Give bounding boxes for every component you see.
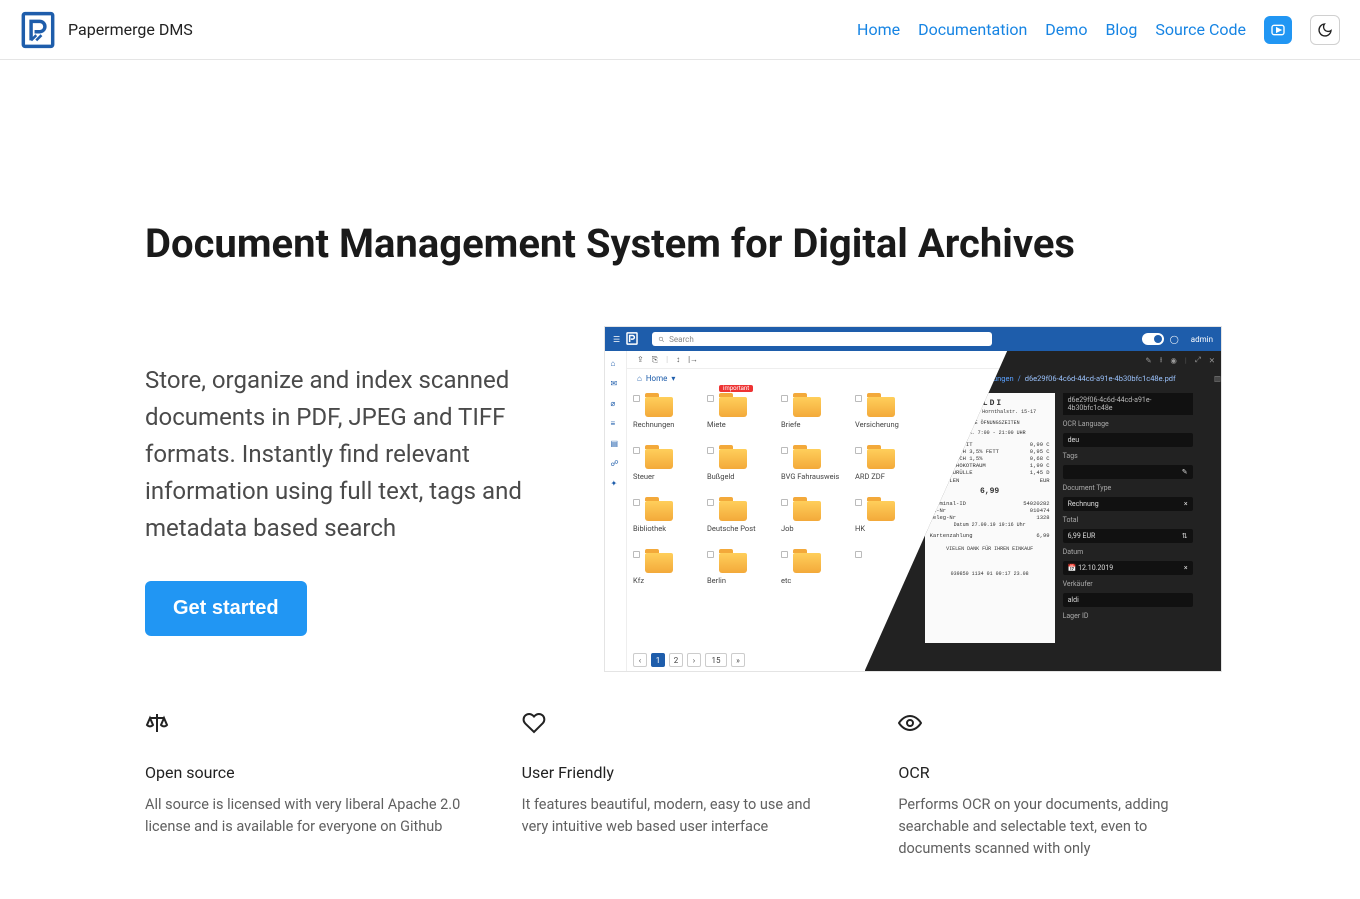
bc-home: Home xyxy=(646,374,668,383)
group-icon: ☍ xyxy=(611,459,621,469)
scale-icon xyxy=(145,711,169,735)
folder-item: Steuer xyxy=(633,449,703,481)
upload-icon: ⇪ xyxy=(637,355,644,364)
feature-title: Open source xyxy=(145,763,462,782)
hamburger-icon: ☰ xyxy=(613,335,620,344)
pager: ‹ 1 2 › 15 » xyxy=(633,653,745,667)
eye-icon: ◉ xyxy=(1170,356,1177,365)
list-icon: ≡ xyxy=(611,419,621,429)
folder-item: Bußgeld xyxy=(707,449,777,481)
app-logo-icon xyxy=(626,332,638,347)
search-input: Search xyxy=(652,332,992,346)
theme-toggle[interactable] xyxy=(1310,15,1340,45)
nav-blog[interactable]: Blog xyxy=(1105,20,1137,39)
folder-item: etc xyxy=(781,553,851,585)
feature-open-source: Open source All source is licensed with … xyxy=(145,711,462,859)
close-icon: ✕ xyxy=(1209,356,1215,365)
brand[interactable]: Papermerge DMS xyxy=(20,11,193,49)
get-started-button[interactable]: Get started xyxy=(145,581,307,636)
bc-home-icon: ⌂ xyxy=(637,374,642,383)
new-folder-icon: ⎘ xyxy=(652,355,658,365)
nav-home[interactable]: Home xyxy=(857,20,900,39)
user-icon: ◯ xyxy=(1170,335,1179,344)
edit-icon: ✎ xyxy=(1145,356,1151,365)
metadata-panel: d6e29f06-4c6d-44cd-a91e-4b30bfc1c48e OCR… xyxy=(1063,393,1193,643)
edit-icon: ✎ xyxy=(1182,468,1188,476)
feature-body: Performs OCR on your documents, adding s… xyxy=(898,794,1215,859)
home-icon: ⌂ xyxy=(611,359,621,369)
eye-icon xyxy=(898,711,922,735)
nav-source-code[interactable]: Source Code xyxy=(1155,20,1246,39)
folder-item: Job xyxy=(781,501,851,533)
folder-item: Deutsche Post xyxy=(707,501,777,533)
feature-title: OCR xyxy=(898,763,1215,782)
app-sidebar: ⌂ ✉ ⌀ ≡ ▤ ☍ ✦ xyxy=(605,351,627,671)
theme-switch xyxy=(1142,333,1164,345)
folder-item: Rechnungen xyxy=(633,397,703,429)
folder-item: Kfz xyxy=(633,553,703,585)
nav-demo[interactable]: Demo xyxy=(1045,20,1087,39)
filter-icon: |→ xyxy=(688,355,698,364)
folder-item: Bibliothek xyxy=(633,501,703,533)
folder-tag-important: important xyxy=(719,385,753,392)
feature-body: It features beautiful, modern, easy to u… xyxy=(522,794,839,838)
nav-documentation[interactable]: Documentation xyxy=(918,20,1027,39)
hero-title: Document Management System for Digital A… xyxy=(145,220,1215,267)
hero-lead: Store, organize and index scanned docume… xyxy=(145,362,565,548)
folder-item: Versicherung xyxy=(855,397,925,429)
folder-item: Briefe xyxy=(781,397,851,429)
settings-icon: ✦ xyxy=(611,479,621,489)
hero-screenshot: ☰ Search ◯ admin ⌂ ✉ xyxy=(605,327,1221,671)
folder-item: ARD ZDF xyxy=(855,449,925,481)
feature-body: All source is licensed with very liberal… xyxy=(145,794,462,838)
main-nav: Home Documentation Demo Blog Source Code xyxy=(857,15,1340,45)
user-name: admin xyxy=(1191,335,1213,344)
folder-item: Miete xyxy=(707,397,777,429)
download-icon: ⭳ xyxy=(1160,354,1163,367)
feature-title: User Friendly xyxy=(522,763,839,782)
feature-ocr: OCR Performs OCR on your documents, addi… xyxy=(898,711,1215,859)
expand-icon: ⤢ xyxy=(1195,355,1201,365)
tag-icon: ⌀ xyxy=(611,399,621,409)
search-placeholder: Search xyxy=(669,335,694,344)
brand-logo-icon xyxy=(20,11,56,49)
panel-icon: ▥ xyxy=(1214,374,1221,383)
youtube-icon[interactable] xyxy=(1264,16,1292,44)
heart-icon xyxy=(522,711,546,735)
sort-icon: ↕ xyxy=(676,355,680,364)
folder-item: HK xyxy=(855,501,925,533)
inbox-icon: ✉ xyxy=(611,379,621,389)
folder-item: Berlin xyxy=(707,553,777,585)
doc-icon: ▤ xyxy=(611,439,621,449)
folder-item: BVG Fahrausweis xyxy=(781,449,851,481)
feature-user-friendly: User Friendly It features beautiful, mod… xyxy=(522,711,839,859)
brand-name: Papermerge DMS xyxy=(68,20,193,39)
